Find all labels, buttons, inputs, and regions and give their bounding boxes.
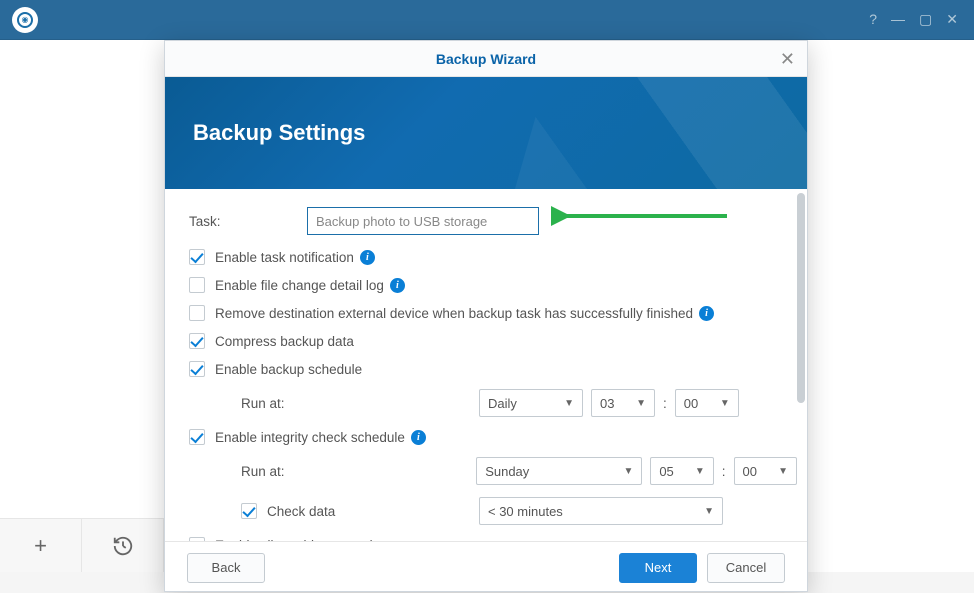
opt-label: Enable file change detail log	[215, 278, 384, 293]
opt-label: Enable task notification	[215, 250, 354, 265]
time-separator: :	[663, 396, 667, 411]
next-button[interactable]: Next	[619, 553, 697, 583]
modal-close-icon[interactable]: ✕	[780, 49, 795, 70]
checkbox-encryption[interactable]	[189, 537, 205, 541]
opt-label: Enable client-side encryption	[215, 538, 388, 542]
opt-label: Remove destination external device when …	[215, 306, 693, 321]
desktop: ◉ ? — ▢ ✕ + Backup Wizard ✕	[0, 0, 974, 572]
info-icon[interactable]: i	[699, 306, 714, 321]
left-toolbar: +	[0, 518, 164, 572]
modal-body: Task: Enable task notification i Enable …	[165, 189, 807, 541]
checkbox-check-data[interactable]	[241, 503, 257, 519]
backup-schedule-run-at: Run at: Daily▼ 03▼ : 00▼	[241, 389, 797, 417]
task-row: Task:	[189, 207, 797, 235]
chevron-down-icon: ▼	[554, 398, 574, 409]
modal-footer: Back Next Cancel	[165, 541, 807, 593]
chevron-down-icon: ▼	[685, 466, 705, 477]
modal-titlebar: Backup Wizard ✕	[165, 41, 807, 77]
chevron-down-icon: ▼	[710, 398, 730, 409]
back-button[interactable]: Back	[187, 553, 265, 583]
run-at-label: Run at:	[241, 396, 479, 411]
task-name-input[interactable]	[307, 207, 539, 235]
add-button[interactable]: +	[0, 519, 82, 572]
chevron-down-icon: ▼	[694, 506, 714, 517]
desktop-top-bar: ◉ ? — ▢ ✕	[0, 0, 974, 40]
time-separator: :	[722, 464, 726, 479]
select-integrity-minute[interactable]: 00▼	[734, 457, 797, 485]
maximize-icon[interactable]: ▢	[919, 11, 932, 28]
select-frequency[interactable]: Daily▼	[479, 389, 583, 417]
info-icon[interactable]: i	[411, 430, 426, 445]
chevron-down-icon: ▼	[614, 466, 634, 477]
select-hour[interactable]: 03▼	[591, 389, 655, 417]
minimize-icon[interactable]: —	[891, 11, 905, 28]
history-button[interactable]	[82, 519, 164, 572]
scrollbar-thumb[interactable]	[797, 193, 805, 403]
backup-app-panel: + Backup Wizard ✕ Backup Settings	[0, 40, 974, 572]
checkbox-schedule[interactable]	[189, 361, 205, 377]
info-icon[interactable]: i	[390, 278, 405, 293]
select-duration[interactable]: < 30 minutes▼	[479, 497, 723, 525]
chevron-down-icon: ▼	[768, 466, 788, 477]
scrollbar[interactable]	[797, 193, 805, 541]
checkbox-detail-log[interactable]	[189, 277, 205, 293]
modal-title: Backup Wizard	[436, 51, 536, 67]
opt-encryption[interactable]: Enable client-side encryption	[189, 537, 797, 541]
opt-label: Compress backup data	[215, 334, 354, 349]
close-icon[interactable]: ✕	[946, 11, 958, 28]
opt-detail-log[interactable]: Enable file change detail log i	[189, 277, 797, 293]
check-data-row: Check data < 30 minutes▼	[241, 497, 797, 525]
app-launcher-icon[interactable]: ◉	[12, 7, 38, 33]
opt-label: Check data	[267, 504, 335, 519]
checkbox-remove-device[interactable]	[189, 305, 205, 321]
opt-backup-schedule[interactable]: Enable backup schedule	[189, 361, 797, 377]
opt-label: Enable integrity check schedule	[215, 430, 405, 445]
help-icon[interactable]: ?	[869, 11, 877, 28]
select-day[interactable]: Sunday▼	[476, 457, 642, 485]
modal-header: Backup Settings	[165, 77, 807, 189]
page-title: Backup Settings	[193, 120, 365, 146]
opt-integrity-check[interactable]: Enable integrity check schedule i	[189, 429, 797, 445]
select-integrity-hour[interactable]: 05▼	[650, 457, 713, 485]
cancel-button[interactable]: Cancel	[707, 553, 785, 583]
history-icon	[112, 535, 134, 557]
chevron-down-icon: ▼	[626, 398, 646, 409]
integrity-run-at: Run at: Sunday▼ 05▼ : 00▼	[241, 457, 797, 485]
opt-compress[interactable]: Compress backup data	[189, 333, 797, 349]
run-at-label: Run at:	[241, 464, 476, 479]
checkbox-integrity[interactable]	[189, 429, 205, 445]
backup-wizard-modal: Backup Wizard ✕ Backup Settings Task:	[164, 40, 808, 592]
checkbox-compress[interactable]	[189, 333, 205, 349]
checkbox-notification[interactable]	[189, 249, 205, 265]
opt-label: Enable backup schedule	[215, 362, 362, 377]
os-window-controls: ? — ▢ ✕	[869, 11, 966, 28]
info-icon[interactable]: i	[360, 250, 375, 265]
opt-enable-notification[interactable]: Enable task notification i	[189, 249, 797, 265]
task-label: Task:	[189, 214, 307, 229]
opt-remove-device[interactable]: Remove destination external device when …	[189, 305, 797, 321]
select-minute[interactable]: 00▼	[675, 389, 739, 417]
